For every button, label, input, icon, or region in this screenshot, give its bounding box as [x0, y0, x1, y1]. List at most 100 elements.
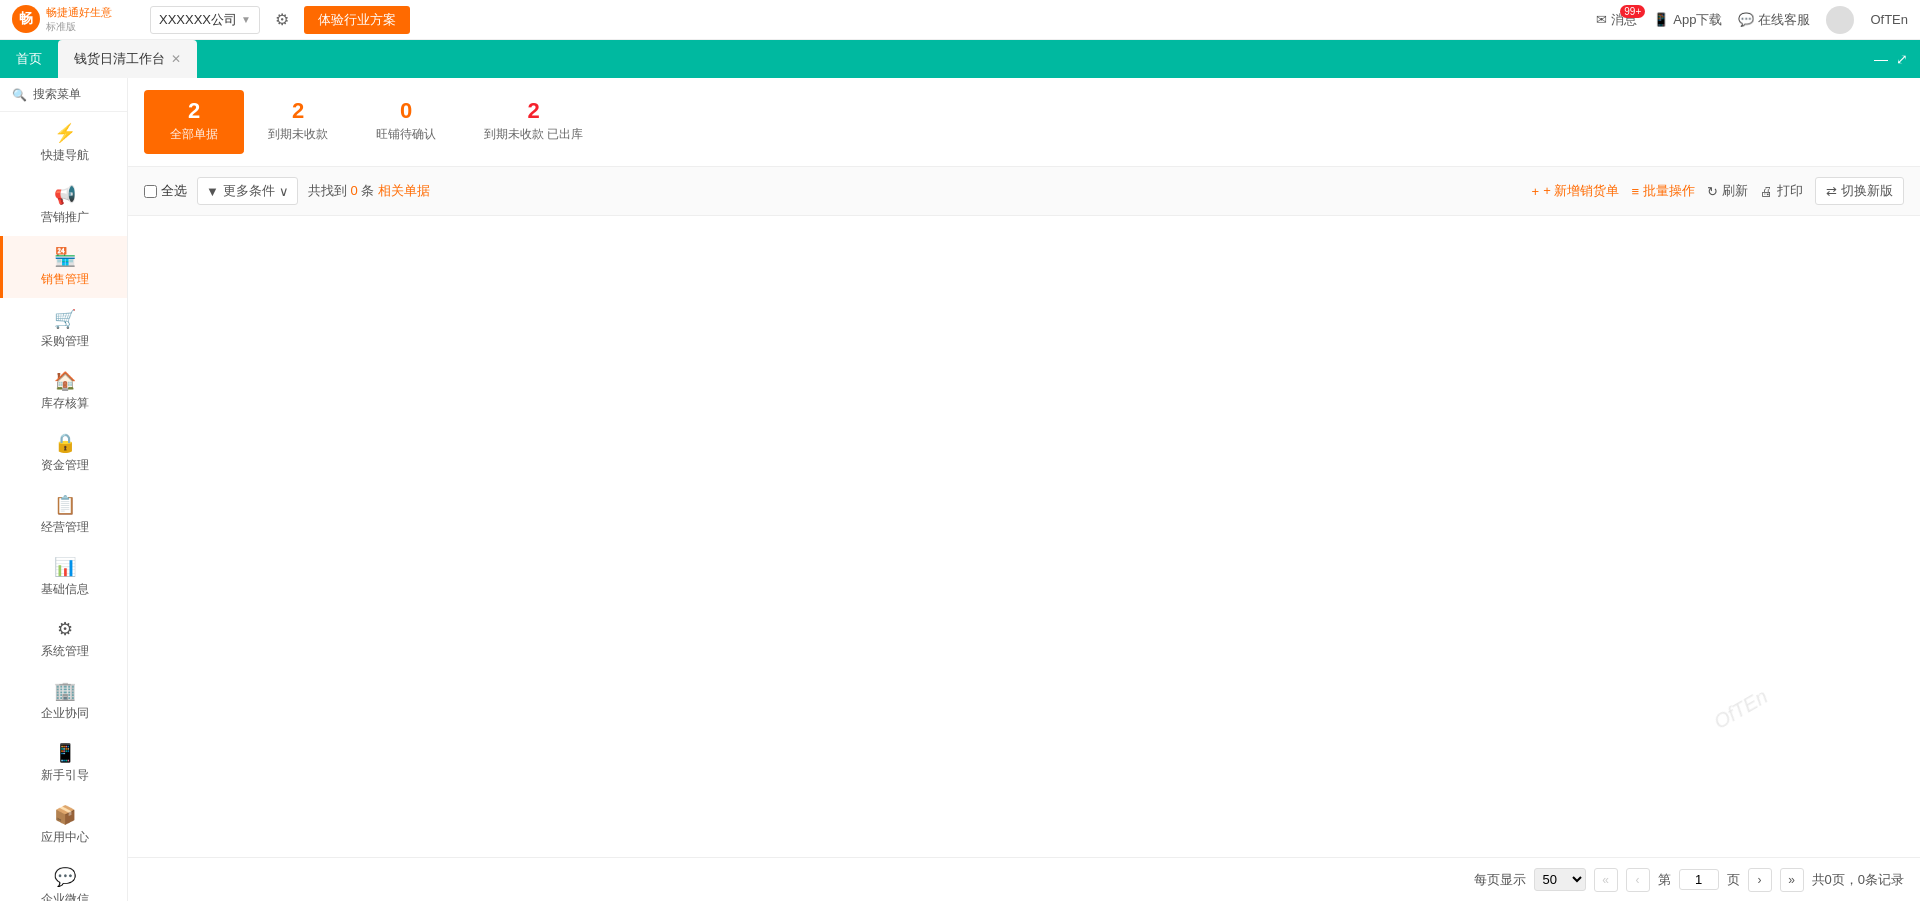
sales-icon: 🏪 — [54, 246, 76, 268]
found-link[interactable]: 相关单据 — [378, 183, 430, 198]
page-suffix: 页 — [1727, 871, 1740, 889]
refresh-button[interactable]: ↻ 刷新 — [1707, 182, 1748, 200]
next-page-button[interactable]: › — [1748, 868, 1772, 892]
search-label: 搜索菜单 — [33, 86, 81, 103]
quick-nav-icon: ⚡ — [54, 122, 76, 144]
company-selector[interactable]: XXXXXX公司 ▼ — [150, 6, 260, 34]
logo-area: 畅 畅捷通好生意 标准版 — [12, 5, 140, 33]
basic-info-icon: 📊 — [54, 556, 76, 578]
sidebar-item-cooperation[interactable]: 🏢 企业协同 — [0, 670, 127, 732]
tab-home[interactable]: 首页 — [0, 40, 58, 78]
sidebar-item-operations[interactable]: 📋 经营管理 — [0, 484, 127, 546]
app-download-label: App下载 — [1673, 11, 1722, 29]
app-download-button[interactable]: 📱 App下载 — [1653, 11, 1722, 29]
avatar[interactable] — [1826, 6, 1854, 34]
operations-icon: 📋 — [54, 494, 76, 516]
tab-close-icon[interactable]: ✕ — [171, 52, 181, 66]
per-page-select[interactable]: 50 20 100 — [1534, 868, 1586, 891]
sidebar-item-marketing[interactable]: 📢 营销推广 — [0, 174, 127, 236]
sidebar-item-label: 企业协同 — [41, 705, 89, 722]
summary-cards: 2 全部单据 2 到期未收款 0 旺铺待确认 2 到期未收款 已出库 — [128, 78, 1920, 167]
filter-icon: ▼ — [206, 184, 219, 199]
toolbar-left: 全选 ▼ 更多条件 ∨ 共找到 0 条 相关单据 — [144, 177, 1520, 205]
page-label: 第 — [1658, 871, 1671, 889]
header-right: ✉ 消息 99+ 📱 App下载 💬 在线客服 OfTEn — [1596, 6, 1908, 34]
refresh-icon: ↻ — [1707, 184, 1718, 199]
found-text: 共找到 0 条 相关单据 — [308, 182, 430, 200]
chevron-down-icon: ▼ — [241, 14, 251, 25]
app-download-icon: 📱 — [1653, 12, 1669, 27]
sidebar-item-enterprise-wechat[interactable]: 💬 企业微信 — [0, 856, 127, 901]
sidebar-item-label: 企业微信 — [41, 891, 89, 901]
sidebar-search[interactable]: 🔍 搜索菜单 — [0, 78, 127, 112]
app-sub: 标准版 — [46, 20, 112, 34]
minimize-icon[interactable]: — — [1874, 51, 1888, 67]
card-overdue-shipped[interactable]: 2 到期未收款 已出库 — [460, 90, 607, 154]
sidebar-item-sales[interactable]: 🏪 销售管理 — [0, 236, 127, 298]
nav-tab-actions: — ⤢ — [1874, 51, 1920, 67]
sidebar-item-label: 基础信息 — [41, 581, 89, 598]
enterprise-wechat-icon: 💬 — [54, 866, 76, 888]
switch-icon: ⇄ — [1826, 184, 1837, 199]
content-area: 2 全部单据 2 到期未收款 0 旺铺待确认 2 到期未收款 已出库 — [128, 78, 1920, 901]
last-page-button[interactable]: » — [1780, 868, 1804, 892]
card-overdue-uncollected[interactable]: 2 到期未收款 — [244, 90, 352, 154]
card-all-orders[interactable]: 2 全部单据 — [144, 90, 244, 154]
sidebar-item-finance[interactable]: 🔒 资金管理 — [0, 422, 127, 484]
inventory-icon: 🏠 — [54, 370, 76, 392]
refresh-btn-label: 刷新 — [1722, 182, 1748, 200]
online-service-button[interactable]: 💬 在线客服 — [1738, 11, 1810, 29]
card-count: 0 — [400, 98, 412, 124]
add-icon: + — [1532, 184, 1540, 199]
select-all-checkbox[interactable]: 全选 — [144, 182, 187, 200]
switch-version-button[interactable]: ⇄ 切换新版 — [1815, 177, 1904, 205]
print-icon: 🖨 — [1760, 184, 1773, 199]
found-prefix: 共找到 — [308, 183, 347, 198]
sidebar-item-inventory[interactable]: 🏠 库存核算 — [0, 360, 127, 422]
total-label: 共0页，0条记录 — [1812, 871, 1904, 889]
app-center-icon: 📦 — [54, 804, 76, 826]
card-count: 2 — [188, 98, 200, 124]
guide-icon: 📱 — [54, 742, 76, 764]
sidebar-item-app-center[interactable]: 📦 应用中心 — [0, 794, 127, 856]
sidebar-item-label: 系统管理 — [41, 643, 89, 660]
sidebar-item-label: 新手引导 — [41, 767, 89, 784]
print-button[interactable]: 🖨 打印 — [1760, 182, 1803, 200]
tab-work-bench[interactable]: 钱货日清工作台 ✕ — [58, 40, 197, 78]
sidebar-item-label: 采购管理 — [41, 333, 89, 350]
sidebar-item-quick-nav[interactable]: ⚡ 快捷导航 — [0, 112, 127, 174]
add-sales-order-button[interactable]: + + 新增销货单 — [1532, 182, 1620, 200]
page-input[interactable] — [1679, 869, 1719, 890]
card-wangpu-pending[interactable]: 0 旺铺待确认 — [352, 90, 460, 154]
sidebar-item-basic-info[interactable]: 📊 基础信息 — [0, 546, 127, 608]
trial-button[interactable]: 体验行业方案 — [304, 6, 410, 34]
company-name: XXXXXX公司 — [159, 11, 237, 29]
search-icon: 🔍 — [12, 88, 27, 102]
settings-button[interactable]: ⚙ — [268, 6, 296, 34]
filter-button[interactable]: ▼ 更多条件 ∨ — [197, 177, 298, 205]
select-all-input[interactable] — [144, 185, 157, 198]
message-button[interactable]: ✉ 消息 99+ — [1596, 11, 1637, 29]
sidebar-item-label: 应用中心 — [41, 829, 89, 846]
nav-tabs: 首页 钱货日清工作台 ✕ — ⤢ — [0, 40, 1920, 78]
marketing-icon: 📢 — [54, 184, 76, 206]
inner-content: 2 全部单据 2 到期未收款 0 旺铺待确认 2 到期未收款 已出库 — [128, 78, 1920, 901]
service-icon: 💬 — [1738, 12, 1754, 27]
first-page-button[interactable]: « — [1594, 868, 1618, 892]
card-label: 旺铺待确认 — [376, 126, 436, 143]
sidebar-item-label: 资金管理 — [41, 457, 89, 474]
filter-label: 更多条件 — [223, 182, 275, 200]
prev-page-button[interactable]: ‹ — [1626, 868, 1650, 892]
sidebar-item-guide[interactable]: 📱 新手引导 — [0, 732, 127, 794]
message-icon: ✉ — [1596, 12, 1607, 27]
batch-operation-button[interactable]: ≡ 批量操作 — [1631, 182, 1695, 200]
system-icon: ⚙ — [57, 618, 73, 640]
select-all-label: 全选 — [161, 182, 187, 200]
toolbar: 全选 ▼ 更多条件 ∨ 共找到 0 条 相关单据 — [128, 167, 1920, 216]
message-badge: 99+ — [1620, 5, 1645, 18]
maximize-icon[interactable]: ⤢ — [1896, 51, 1908, 67]
sidebar-item-purchase[interactable]: 🛒 采购管理 — [0, 298, 127, 360]
main-layout: 🔍 搜索菜单 ⚡ 快捷导航 📢 营销推广 🏪 销售管理 🛒 采购管理 🏠 库存核… — [0, 78, 1920, 901]
sidebar-item-system[interactable]: ⚙ 系统管理 — [0, 608, 127, 670]
sidebar: 🔍 搜索菜单 ⚡ 快捷导航 📢 营销推广 🏪 销售管理 🛒 采购管理 🏠 库存核… — [0, 78, 128, 901]
